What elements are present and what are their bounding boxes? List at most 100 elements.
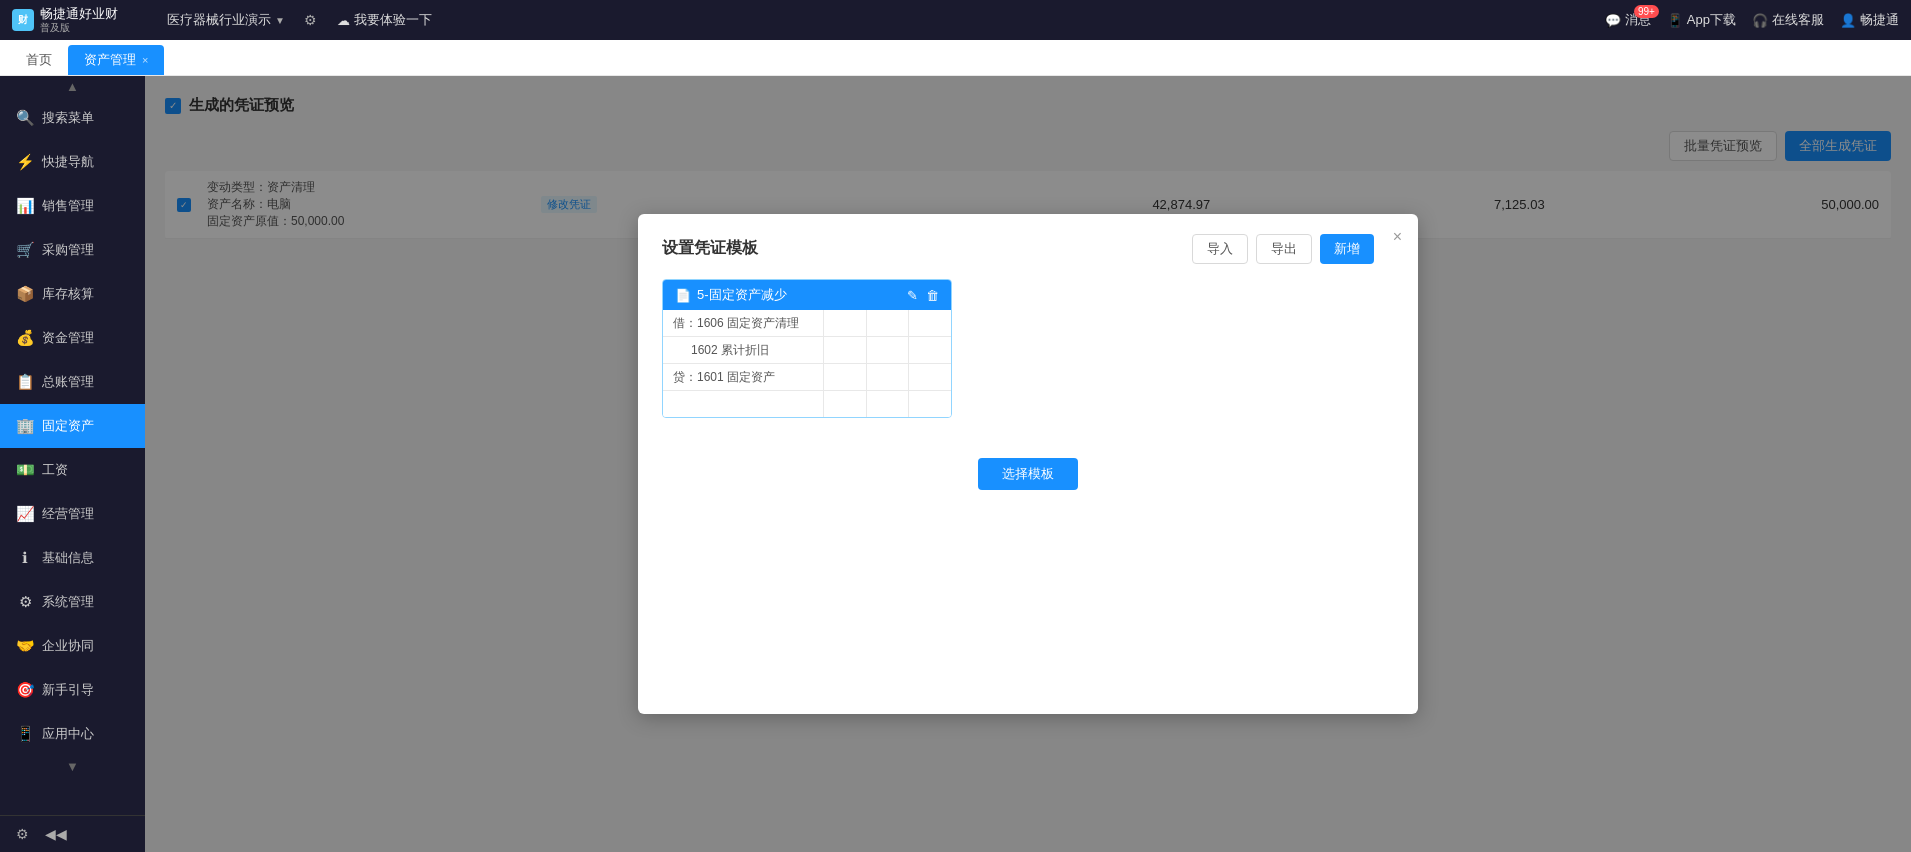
message-badge: 99+ — [1634, 5, 1659, 18]
sales-icon: 📊 — [16, 197, 34, 215]
customer-service-button[interactable]: 🎧 在线客服 — [1752, 11, 1824, 29]
sidebar-scroll-bottom[interactable]: ▼ — [0, 756, 145, 776]
sidebar-item-system-label: 系统管理 — [42, 593, 94, 611]
user-icon: 👤 — [1840, 13, 1856, 28]
capital-icon: 💰 — [16, 329, 34, 347]
logo-icon: 财 — [12, 9, 34, 31]
sidebar-bottom: ⚙ ◀◀ — [0, 815, 145, 852]
tab-close-icon[interactable]: × — [142, 54, 148, 66]
import-button[interactable]: 导入 — [1192, 234, 1248, 264]
experience-label: 我要体验一下 — [354, 11, 432, 29]
template-row-2-col2 — [866, 337, 909, 363]
user-button[interactable]: 👤 畅捷通 — [1840, 11, 1899, 29]
sidebar-item-basic-info-label: 基础信息 — [42, 549, 94, 567]
quick-nav-icon: ⚡ — [16, 153, 34, 171]
sidebar-collapse-icon[interactable]: ◀◀ — [45, 826, 67, 842]
app-download-button[interactable]: 📱 App下载 — [1667, 11, 1736, 29]
modal-toolbar: 导入 导出 新增 — [1192, 234, 1374, 264]
template-row-2-label: 1602 累计折旧 — [663, 338, 823, 363]
template-row-1-col2 — [866, 310, 909, 336]
sidebar-item-inventory-label: 库存核算 — [42, 285, 94, 303]
sidebar-item-search[interactable]: 🔍 搜索菜单 — [0, 96, 145, 140]
sidebar-item-guide[interactable]: 🎯 新手引导 — [0, 668, 145, 712]
sidebar-item-guide-label: 新手引导 — [42, 681, 94, 699]
operations-icon: 📈 — [16, 505, 34, 523]
sidebar-item-ledger-label: 总账管理 — [42, 373, 94, 391]
ledger-icon: 📋 — [16, 373, 34, 391]
company-selector[interactable]: 医疗器械行业演示 ▼ — [167, 11, 285, 29]
sidebar-item-fixed-assets[interactable]: 🏢 固定资产 — [0, 404, 145, 448]
template-row-1-col3 — [908, 310, 951, 336]
logo-area: 财 畅捷通好业财 普及版 — [12, 6, 157, 34]
template-body: 借：1606 固定资产清理 1602 累计折旧 贷：1601 — [663, 310, 951, 417]
template-row-3-col2 — [866, 364, 909, 390]
app-edition: 普及版 — [40, 22, 118, 34]
tab-home[interactable]: 首页 — [10, 45, 68, 75]
select-template-button[interactable]: 选择模板 — [978, 458, 1078, 490]
experience-button[interactable]: ☁ 我要体验一下 — [337, 11, 432, 29]
sidebar-item-ledger[interactable]: 📋 总账管理 — [0, 360, 145, 404]
sidebar-item-purchase[interactable]: 🛒 采购管理 — [0, 228, 145, 272]
sidebar-item-basic-info[interactable]: ℹ 基础信息 — [0, 536, 145, 580]
template-header-left: 📄 5-固定资产减少 — [675, 286, 787, 304]
template-row-3-col1 — [823, 364, 866, 390]
sidebar-settings-icon[interactable]: ⚙ — [16, 826, 29, 842]
modal-close-button[interactable]: × — [1393, 228, 1402, 246]
sidebar-item-quick-nav[interactable]: ⚡ 快捷导航 — [0, 140, 145, 184]
template-row-4-col2 — [866, 391, 909, 417]
tab-home-label: 首页 — [26, 51, 52, 69]
select-template-wrapper: 选择模板 — [662, 438, 1394, 490]
messages-button[interactable]: 💬 消息 99+ — [1605, 11, 1651, 29]
template-header-right: ✎ 🗑 — [907, 288, 939, 303]
template-row-4-label — [663, 400, 823, 408]
sidebar-item-cooperation[interactable]: 🤝 企业协同 — [0, 624, 145, 668]
sidebar-scroll-top[interactable]: ▲ — [0, 76, 145, 96]
template-row-3-col3 — [908, 364, 951, 390]
guide-icon: 🎯 — [16, 681, 34, 699]
template-name: 5-固定资产减少 — [697, 286, 787, 304]
sidebar-item-payroll[interactable]: 💵 工资 — [0, 448, 145, 492]
sidebar-item-app-center-label: 应用中心 — [42, 725, 94, 743]
fixed-assets-icon: 🏢 — [16, 417, 34, 435]
tab-asset-management[interactable]: 资产管理 × — [68, 45, 164, 75]
template-row-2-col3 — [908, 337, 951, 363]
tab-bar: 首页 资产管理 × — [0, 40, 1911, 76]
template-row-2-col1 — [823, 337, 866, 363]
template-delete-icon[interactable]: 🗑 — [926, 288, 939, 303]
template-card: 📄 5-固定资产减少 ✎ 🗑 借：1606 固定资产清理 — [662, 279, 952, 418]
app-download-label: App下载 — [1687, 11, 1736, 29]
sidebar-item-sales[interactable]: 📊 销售管理 — [0, 184, 145, 228]
header-settings-icon[interactable]: ⚙ — [297, 6, 325, 34]
payroll-icon: 💵 — [16, 461, 34, 479]
main-layout: ▲ 🔍 搜索菜单 ⚡ 快捷导航 📊 销售管理 🛒 采购管理 📦 库存核算 💰 资… — [0, 76, 1911, 852]
user-label: 畅捷通 — [1860, 11, 1899, 29]
company-name: 医疗器械行业演示 — [167, 11, 271, 29]
sidebar-item-cooperation-label: 企业协同 — [42, 637, 94, 655]
modal-overlay: 设置凭证模板 导入 导出 新增 × 📄 5-固定资产减少 ✎ — [145, 76, 1911, 852]
sidebar: ▲ 🔍 搜索菜单 ⚡ 快捷导航 📊 销售管理 🛒 采购管理 📦 库存核算 💰 资… — [0, 76, 145, 852]
new-button[interactable]: 新增 — [1320, 234, 1374, 264]
template-row-1-label: 借：1606 固定资产清理 — [663, 311, 823, 336]
template-row-4-col1 — [823, 391, 866, 417]
customer-service-icon: 🎧 — [1752, 13, 1768, 28]
export-button[interactable]: 导出 — [1256, 234, 1312, 264]
template-card-header: 📄 5-固定资产减少 ✎ 🗑 — [663, 280, 951, 310]
cloud-icon: ☁ — [337, 13, 350, 28]
app-download-icon: 📱 — [1667, 13, 1683, 28]
template-edit-icon[interactable]: ✎ — [907, 288, 918, 303]
basic-info-icon: ℹ — [16, 549, 34, 567]
company-chevron-icon: ▼ — [275, 15, 285, 26]
template-row-2: 1602 累计折旧 — [663, 337, 951, 364]
sidebar-item-app-center[interactable]: 📱 应用中心 — [0, 712, 145, 756]
template-row-4 — [663, 391, 951, 417]
top-header: 财 畅捷通好业财 普及版 医疗器械行业演示 ▼ ⚙ ☁ 我要体验一下 💬 消息 … — [0, 0, 1911, 40]
header-right: 💬 消息 99+ 📱 App下载 🎧 在线客服 👤 畅捷通 — [1605, 11, 1899, 29]
sidebar-item-payroll-label: 工资 — [42, 461, 68, 479]
template-row-3: 贷：1601 固定资产 — [663, 364, 951, 391]
sidebar-item-capital[interactable]: 💰 资金管理 — [0, 316, 145, 360]
sidebar-item-inventory[interactable]: 📦 库存核算 — [0, 272, 145, 316]
sidebar-item-operations[interactable]: 📈 经营管理 — [0, 492, 145, 536]
template-row-1: 借：1606 固定资产清理 — [663, 310, 951, 337]
app-center-icon: 📱 — [16, 725, 34, 743]
sidebar-item-system[interactable]: ⚙ 系统管理 — [0, 580, 145, 624]
